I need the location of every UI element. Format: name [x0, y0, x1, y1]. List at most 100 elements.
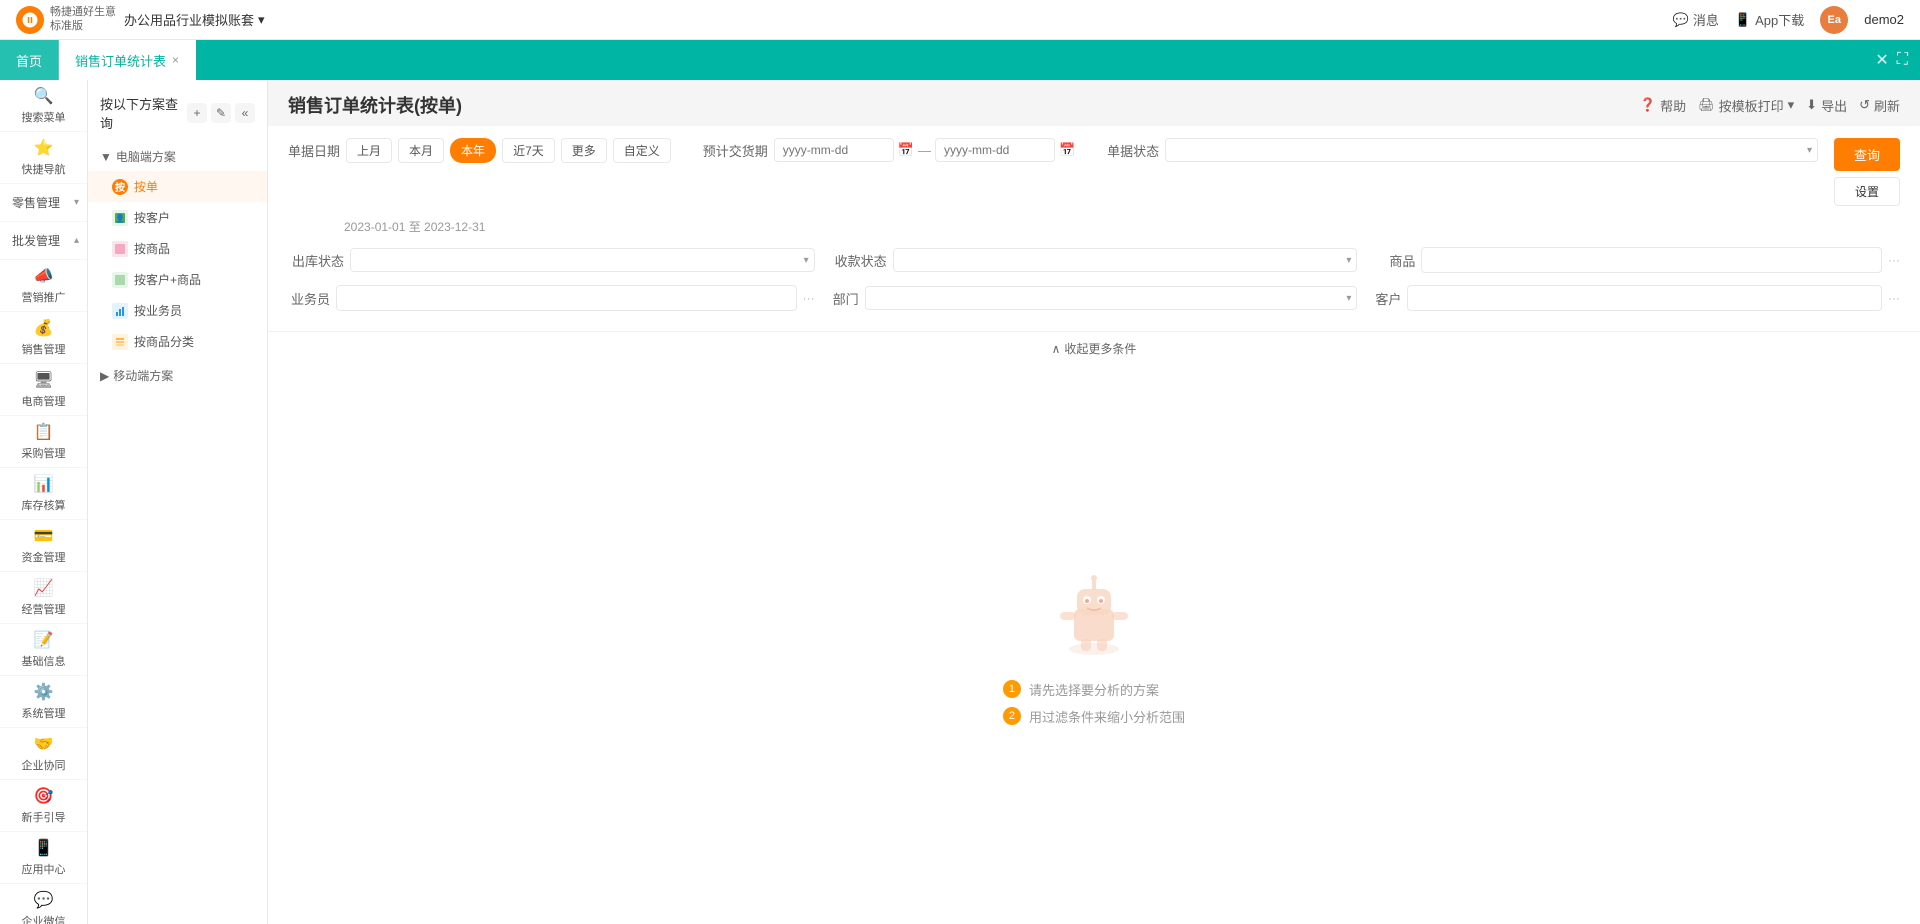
expected-date-input-group: 📅 — 📅	[774, 138, 1075, 162]
print-button[interactable]: 🖨 按模板打印 ▾	[1698, 96, 1794, 115]
collapse-panel-button[interactable]: «	[235, 103, 255, 123]
dept-label: 部门	[831, 289, 859, 308]
date-range-text: 2023-01-01 至 2023-12-31	[344, 220, 485, 234]
goods-input[interactable]	[1421, 247, 1882, 273]
status-select[interactable]	[1165, 138, 1818, 162]
plan-item-by-order[interactable]: 按 按单	[88, 171, 267, 202]
sidebar-item-basic[interactable]: 📝 基础信息	[0, 624, 87, 676]
sidebar-item-system-label: 系统管理	[22, 705, 66, 721]
tab-close-icon[interactable]: ×	[172, 53, 179, 67]
date-btn-last-month[interactable]: 上月	[346, 138, 392, 163]
setting-button[interactable]: 设置	[1834, 177, 1900, 206]
plan-group-mobile: ▶ 移动端方案	[88, 361, 267, 390]
by-order-icon: 按	[112, 179, 128, 195]
hint-1-text: 请先选择要分析的方案	[1029, 680, 1159, 699]
sidebar-item-marketing[interactable]: 📣 营销推广	[0, 260, 87, 312]
message-icon: 💬	[1673, 12, 1689, 28]
help-icon: ❓	[1640, 97, 1656, 113]
delivery-select[interactable]	[350, 248, 815, 272]
date-btn-more[interactable]: 更多	[561, 138, 607, 163]
sidebar-item-enterprise-wechat[interactable]: 💬 企业微信	[0, 884, 87, 924]
hint-2-text: 用过滤条件来缩小分析范围	[1029, 707, 1185, 726]
date-separator: —	[918, 143, 931, 158]
sidebar-item-shortcut[interactable]: ⭐ 快捷导航	[0, 132, 87, 184]
by-sales-icon	[112, 303, 128, 319]
plan-item-by-product[interactable]: 按商品	[88, 233, 267, 264]
sidebar-item-inventory[interactable]: 📊 库存核算	[0, 468, 87, 520]
sidebar-item-finance[interactable]: 💳 资金管理	[0, 520, 87, 572]
date-btn-this-month[interactable]: 本月	[398, 138, 444, 163]
sidebar-item-purchase[interactable]: 📋 采购管理	[0, 416, 87, 468]
sidebar-item-enterprise[interactable]: 🤝 企业协同	[0, 728, 87, 780]
sales-input[interactable]	[336, 285, 797, 311]
sidebar-item-wholesale[interactable]: 批发管理 ▴	[0, 222, 87, 260]
expected-date-end-input[interactable]	[935, 138, 1055, 162]
sidebar-item-system[interactable]: ⚙️ 系统管理	[0, 676, 87, 728]
dept-select[interactable]	[865, 286, 1358, 310]
plan-group-desktop-label[interactable]: ▼ 电脑端方案	[88, 142, 267, 171]
plan-item-by-cust-prod[interactable]: 按客户+商品	[88, 264, 267, 295]
expand-icon-mobile: ▶	[100, 369, 109, 383]
tab-sales-order[interactable]: 销售订单统计表 ×	[59, 40, 196, 80]
message-button[interactable]: 💬 消息	[1673, 10, 1719, 29]
date-btn-7days[interactable]: 近7天	[502, 138, 555, 163]
tab-maximize-icon[interactable]: ⛶	[1897, 51, 1908, 69]
system-icon: ⚙️	[34, 682, 54, 702]
plan-group-mobile-label[interactable]: ▶ 移动端方案	[88, 361, 267, 390]
goods-filter-group: 商品 ···	[1373, 247, 1900, 273]
date-filter-group: 单据日期 上月 本月 本年 近7天 更多 自定义	[288, 138, 671, 163]
tab-bar: 首页 销售订单统计表 × ✕ ⛶	[0, 40, 1920, 80]
retail-label: 零售管理	[12, 194, 60, 211]
print-chevron-icon: ▾	[1788, 97, 1795, 113]
sidebar-item-retail[interactable]: 零售管理 ▾	[0, 184, 87, 222]
page-header: 销售订单统计表(按单) ❓ 帮助 🖨 按模板打印 ▾ ⬇ 导出 ↺ 刷新	[268, 80, 1920, 126]
help-button[interactable]: ❓ 帮助	[1640, 96, 1686, 115]
date-range-display: 2023-01-01 至 2023-12-31	[288, 218, 1900, 235]
customer-more-icon[interactable]: ···	[1888, 291, 1900, 305]
sidebar-item-operation[interactable]: 📈 经营管理	[0, 572, 87, 624]
search-icon: 🔍	[34, 86, 54, 106]
plan-item-by-category[interactable]: 按商品分类	[88, 326, 267, 357]
plan-item-by-customer[interactable]: 👤 按客户	[88, 202, 267, 233]
sidebar-item-sales[interactable]: 💰 销售管理	[0, 312, 87, 364]
refresh-button[interactable]: ↺ 刷新	[1859, 96, 1900, 115]
empty-hint-2: 2 用过滤条件来缩小分析范围	[1003, 707, 1185, 726]
sidebar-item-app-center[interactable]: 📱 应用中心	[0, 832, 87, 884]
sidebar-item-marketing-label: 营销推广	[22, 289, 66, 305]
company-selector[interactable]: 办公用品行业模拟账套 ▾	[124, 10, 265, 29]
plan-item-by-sales[interactable]: 按业务员	[88, 295, 267, 326]
cal-icon-end[interactable]: 📅	[1059, 142, 1075, 158]
collapse-bar[interactable]: ∧ 收起更多条件	[268, 331, 1920, 365]
goods-more-icon[interactable]: ···	[1888, 253, 1900, 267]
payment-label: 收款状态	[831, 251, 887, 270]
username-label: demo2	[1864, 12, 1904, 27]
tab-close-window-icon[interactable]: ✕	[1875, 50, 1888, 70]
expected-date-label: 预计交货期	[703, 141, 768, 160]
date-btn-custom[interactable]: 自定义	[613, 138, 671, 163]
sidebar-item-ecommerce[interactable]: 🖥 电商管理	[0, 364, 87, 416]
collapse-label: 收起更多条件	[1064, 340, 1136, 357]
query-button[interactable]: 查询	[1834, 138, 1900, 171]
cal-icon-start[interactable]: 📅	[898, 142, 914, 158]
avatar[interactable]: Ea	[1820, 6, 1848, 34]
tab-home[interactable]: 首页	[0, 40, 59, 80]
data-area: 1 请先选择要分析的方案 2 用过滤条件来缩小分析范围	[268, 365, 1920, 924]
empty-illustration	[1044, 564, 1144, 664]
status-filter-group: 单据状态 ▾	[1107, 138, 1818, 162]
expected-date-start-input[interactable]	[774, 138, 894, 162]
edit-plan-button[interactable]: ✎	[211, 103, 231, 123]
customer-input[interactable]	[1407, 285, 1882, 311]
sidebar-item-search[interactable]: 🔍 搜索菜单	[0, 80, 87, 132]
export-button[interactable]: ⬇ 导出	[1806, 96, 1847, 115]
sales-order-tab-label: 销售订单统计表	[75, 51, 166, 70]
sidebar-item-inventory-label: 库存核算	[22, 497, 66, 513]
add-plan-button[interactable]: +	[187, 103, 207, 123]
app-center-icon: 📱	[34, 838, 54, 858]
app-download-button[interactable]: 📱 App下载	[1735, 10, 1804, 29]
date-btn-this-year[interactable]: 本年	[450, 138, 496, 163]
logo-area: 畅捷通好生意 标准版	[16, 6, 116, 34]
sidebar-item-shortcut-label: 快捷导航	[22, 161, 66, 177]
payment-select[interactable]	[893, 248, 1358, 272]
sales-more-icon[interactable]: ···	[803, 291, 815, 305]
sidebar-item-newbie[interactable]: 🎯 新手引导	[0, 780, 87, 832]
